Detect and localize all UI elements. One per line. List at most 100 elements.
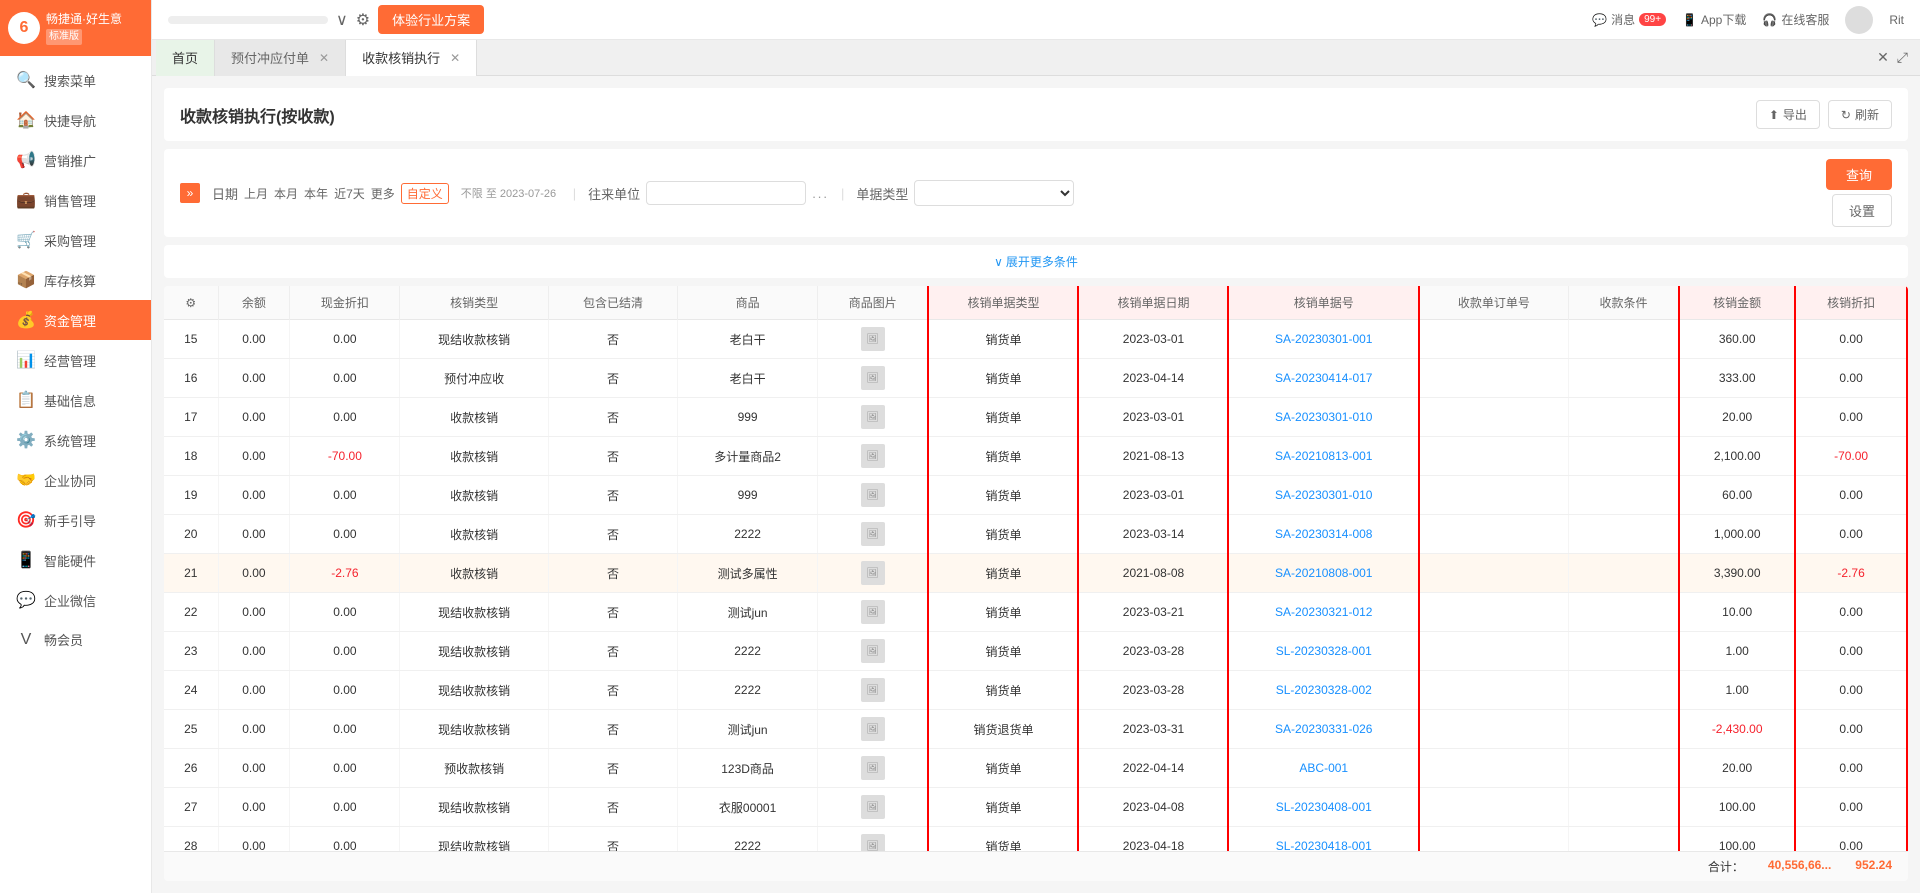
cancel-no-link[interactable]: SL-20230328-001 bbox=[1276, 644, 1372, 658]
date-more[interactable]: 更多 bbox=[371, 185, 395, 202]
cancel-no-link[interactable]: SL-20230418-001 bbox=[1276, 839, 1372, 851]
cell-cancel-no[interactable]: SA-20210808-001 bbox=[1228, 554, 1419, 593]
tab-receipt-cancel[interactable]: 收款核销执行 ✕ bbox=[346, 40, 477, 76]
enterprise-icon: 🤝 bbox=[16, 470, 36, 490]
settings-button[interactable]: 设置 bbox=[1832, 194, 1892, 227]
cell-goods: 999 bbox=[678, 476, 818, 515]
cell-cancel-no[interactable]: SA-20230301-010 bbox=[1228, 476, 1419, 515]
cell-cancel-type: 收款核销 bbox=[400, 437, 548, 476]
sidebar-item-search[interactable]: 🔍 搜索菜单 bbox=[0, 60, 151, 100]
cancel-no-link[interactable]: SA-20230301-010 bbox=[1275, 488, 1372, 502]
sidebar-item-guide[interactable]: 🎯 新手引导 bbox=[0, 500, 151, 540]
cell-cancel-voucher-type: 销货单 bbox=[928, 632, 1078, 671]
date-filter-label: 日期 bbox=[212, 184, 238, 203]
inventory-icon: 📦 bbox=[16, 270, 36, 290]
cell-row-num: 21 bbox=[164, 554, 218, 593]
cell-cancel-amount: 1,000.00 bbox=[1679, 515, 1795, 554]
date-last-7days[interactable]: 近7天 bbox=[334, 185, 365, 202]
cancel-no-link[interactable]: SA-20230301-001 bbox=[1275, 332, 1372, 346]
table-wrapper[interactable]: ⚙ 余额 现金折扣 核销类型 包含已结清 商品 商品图片 核销单据类型 核销单据… bbox=[164, 286, 1908, 851]
cancel-no-link[interactable]: ABC-001 bbox=[1299, 761, 1348, 775]
cell-cancel-no[interactable]: ABC-001 bbox=[1228, 749, 1419, 788]
cell-receipt-condition bbox=[1568, 476, 1679, 515]
sidebar-item-inventory[interactable]: 📦 库存核算 bbox=[0, 260, 151, 300]
col-header-receipt-condition: 收款条件 bbox=[1568, 286, 1679, 320]
sidebar-item-purchase[interactable]: 🛒 采购管理 bbox=[0, 220, 151, 260]
cancel-no-link[interactable]: SA-20230414-017 bbox=[1275, 371, 1372, 385]
col-header-settings[interactable]: ⚙ bbox=[164, 286, 218, 320]
online-service-button[interactable]: 🎧 在线客服 bbox=[1762, 11, 1829, 28]
sidebar-item-marketing[interactable]: 📢 营销推广 bbox=[0, 140, 151, 180]
cell-cancel-no[interactable]: SA-20230314-008 bbox=[1228, 515, 1419, 554]
cell-cancel-no[interactable]: SL-20230328-001 bbox=[1228, 632, 1419, 671]
cancel-no-link[interactable]: SL-20230328-002 bbox=[1276, 683, 1372, 697]
page-title: 收款核销执行(按收款) bbox=[180, 103, 335, 127]
table-row: 23 0.00 0.00 现结收款核销 否 2222 🖼 销货单 2023-03… bbox=[164, 632, 1907, 671]
sidebar-item-system[interactable]: ⚙️ 系统管理 bbox=[0, 420, 151, 460]
sidebar-item-operations[interactable]: 📊 经营管理 bbox=[0, 340, 151, 380]
voucher-type-select[interactable] bbox=[914, 180, 1074, 206]
cancel-no-link[interactable]: SA-20230301-010 bbox=[1275, 410, 1372, 424]
cancel-no-link[interactable]: SA-20210808-001 bbox=[1275, 566, 1372, 580]
cancel-no-link[interactable]: SA-20230314-008 bbox=[1275, 527, 1372, 541]
tab-prepay-close[interactable]: ✕ bbox=[319, 51, 329, 65]
user-avatar[interactable] bbox=[1845, 6, 1873, 34]
cell-cancel-no[interactable]: SA-20230321-012 bbox=[1228, 593, 1419, 632]
partner-dots[interactable]: ... bbox=[812, 186, 829, 201]
cell-cancel-no[interactable]: SA-20230301-001 bbox=[1228, 320, 1419, 359]
gear-icon[interactable]: ⚙ bbox=[356, 10, 370, 30]
sidebar-item-enterprise[interactable]: 🤝 企业协同 bbox=[0, 460, 151, 500]
refresh-button[interactable]: ↻ 刷新 bbox=[1828, 100, 1892, 129]
industry-solution-button[interactable]: 体验行业方案 bbox=[378, 5, 484, 34]
sidebar-item-sales[interactable]: 💼 销售管理 bbox=[0, 180, 151, 220]
cell-cancel-no[interactable]: SA-20230414-017 bbox=[1228, 359, 1419, 398]
sidebar-item-weixin[interactable]: 💬 企业微信 bbox=[0, 580, 151, 620]
sidebar-item-finance[interactable]: 💰 资金管理 bbox=[0, 300, 151, 340]
expand-more-button[interactable]: ∨ 展开更多条件 bbox=[982, 249, 1090, 274]
cell-receipt-condition bbox=[1568, 437, 1679, 476]
date-last-month[interactable]: 上月 bbox=[244, 185, 268, 202]
table-footer: 合计： 40,556,66... 952.24 bbox=[164, 851, 1908, 881]
cell-cancel-no[interactable]: SL-20230418-001 bbox=[1228, 827, 1419, 852]
date-this-year[interactable]: 本年 bbox=[304, 185, 328, 202]
cell-cancel-no[interactable]: SA-20230331-026 bbox=[1228, 710, 1419, 749]
cell-cancel-amount: 3,390.00 bbox=[1679, 554, 1795, 593]
member-icon: V bbox=[16, 631, 36, 649]
cell-receipt-condition bbox=[1568, 359, 1679, 398]
date-custom-button[interactable]: 自定义 bbox=[401, 183, 449, 204]
cancel-no-link[interactable]: SA-20230321-012 bbox=[1275, 605, 1372, 619]
query-button[interactable]: 查询 bbox=[1826, 159, 1892, 190]
tab-home[interactable]: 首页 bbox=[156, 40, 215, 76]
app-download-button[interactable]: 📱 App下载 bbox=[1682, 11, 1746, 28]
cancel-no-link[interactable]: SA-20210813-001 bbox=[1275, 449, 1372, 463]
cell-row-num: 15 bbox=[164, 320, 218, 359]
hardware-icon: 📱 bbox=[16, 550, 36, 570]
cell-goods-image: 🖼 bbox=[818, 593, 929, 632]
tab-receipt-cancel-close[interactable]: ✕ bbox=[450, 51, 460, 65]
cell-cancel-amount: 333.00 bbox=[1679, 359, 1795, 398]
col-header-cancel-discount: 核销折扣 bbox=[1795, 286, 1907, 320]
partner-input[interactable] bbox=[646, 181, 806, 205]
cell-cash-discount: 0.00 bbox=[290, 398, 400, 437]
date-this-month[interactable]: 本月 bbox=[274, 185, 298, 202]
tab-close-all-icon[interactable]: ✕ bbox=[1877, 49, 1889, 66]
sidebar-item-basicinfo[interactable]: 📋 基础信息 bbox=[0, 380, 151, 420]
column-settings-icon[interactable]: ⚙ bbox=[185, 296, 196, 310]
cell-cancel-no[interactable]: SA-20210813-001 bbox=[1228, 437, 1419, 476]
cell-cancel-no[interactable]: SL-20230328-002 bbox=[1228, 671, 1419, 710]
cell-cancel-discount: 0.00 bbox=[1795, 749, 1907, 788]
tab-expand-icon[interactable]: ⤢ bbox=[1897, 49, 1908, 66]
cancel-no-link[interactable]: SA-20230331-026 bbox=[1275, 722, 1372, 736]
cell-cancel-no[interactable]: SA-20230301-010 bbox=[1228, 398, 1419, 437]
filter-expand-button[interactable]: » bbox=[180, 183, 200, 203]
tab-prepay[interactable]: 预付冲应付单 ✕ bbox=[215, 40, 346, 76]
cell-cancel-no[interactable]: SL-20230408-001 bbox=[1228, 788, 1419, 827]
chevron-down-icon[interactable]: ∨ bbox=[336, 10, 348, 30]
table-row: 25 0.00 0.00 现结收款核销 否 测试jun 🖼 销货退货单 2023… bbox=[164, 710, 1907, 749]
sidebar-item-hardware[interactable]: 📱 智能硬件 bbox=[0, 540, 151, 580]
messages-button[interactable]: 💬 消息 99+ bbox=[1592, 11, 1666, 28]
cancel-no-link[interactable]: SL-20230408-001 bbox=[1276, 800, 1372, 814]
export-button[interactable]: ⬆ 导出 bbox=[1756, 100, 1820, 129]
sidebar-item-member[interactable]: V 畅会员 bbox=[0, 620, 151, 659]
sidebar-item-quicknav[interactable]: 🏠 快捷导航 bbox=[0, 100, 151, 140]
